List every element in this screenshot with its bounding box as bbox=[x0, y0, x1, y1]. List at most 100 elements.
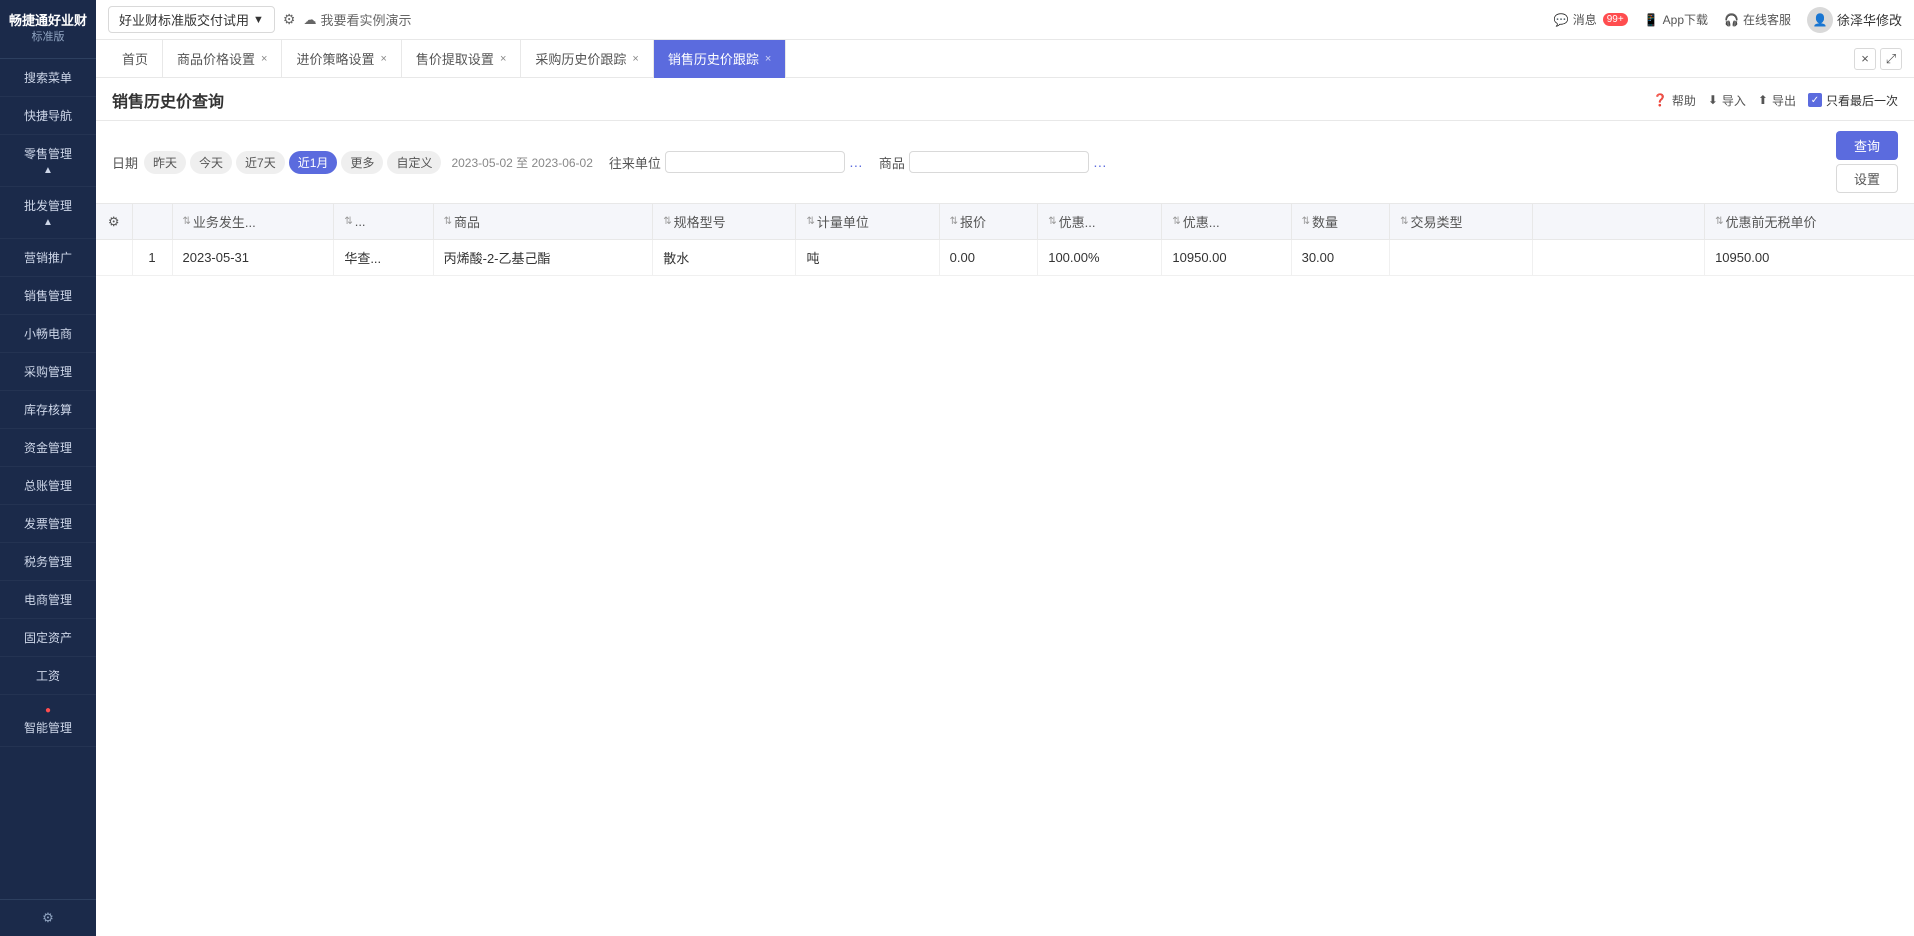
online-service-btn[interactable]: 🎧 在线客服 bbox=[1724, 11, 1791, 28]
date-today-btn[interactable]: 今天 bbox=[190, 151, 232, 174]
col-header-price[interactable]: ⇅ 报价 bbox=[939, 204, 1038, 240]
sidebar-item-ledger-mgmt[interactable]: 总账管理 bbox=[0, 467, 96, 505]
quick-nav-label: 快捷导航 bbox=[24, 107, 72, 124]
sidebar-item-tax-mgmt[interactable]: 税务管理 bbox=[0, 543, 96, 581]
export-icon: ⬆ bbox=[1758, 93, 1768, 107]
col-header-discount1[interactable]: ⇅ 优惠... bbox=[1038, 204, 1162, 240]
tab-purchase-history[interactable]: 采购历史价跟踪 × bbox=[521, 40, 653, 78]
user-info[interactable]: 👤 徐泽华修改 bbox=[1807, 7, 1902, 33]
sidebar-item-ecomm-light[interactable]: 小畅电商 bbox=[0, 315, 96, 353]
table-row[interactable]: 1 2023-05-31 华查... 丙烯酸-2-乙基己酯 散水 吨 0.00 … bbox=[96, 240, 1914, 276]
date-yesterday-btn[interactable]: 昨天 bbox=[144, 151, 186, 174]
sort-icon-spec: ⇅ bbox=[663, 216, 671, 227]
tab-close-sale-history[interactable]: × bbox=[765, 53, 771, 65]
message-icon: 💬 bbox=[1554, 13, 1569, 27]
col-header-unit[interactable]: ⇅ 计量单位 bbox=[796, 204, 939, 240]
app-download-label: App下载 bbox=[1663, 11, 1708, 28]
only-last-checkbox[interactable]: ✓ bbox=[1808, 93, 1822, 107]
tab-close-commodity-price[interactable]: × bbox=[261, 53, 267, 65]
date-label: 日期 bbox=[112, 153, 138, 172]
module-selector[interactable]: 好业财标准版交付试用 ▼ bbox=[108, 6, 275, 33]
message-badge: 99+ bbox=[1603, 13, 1628, 26]
sidebar-item-wholesale-mgmt[interactable]: 批发管理 ▲ bbox=[0, 187, 96, 239]
tab-close-purchase-strategy[interactable]: × bbox=[380, 53, 386, 65]
date-last1month-btn[interactable]: 近1月 bbox=[289, 151, 338, 174]
sidebar-item-marketing[interactable]: 营销推广 bbox=[0, 239, 96, 277]
main-area: 好业财标准版交付试用 ▼ ⚙ ☁ 我要看实例演示 💬 消息 99+ 📱 App下… bbox=[96, 0, 1914, 936]
payroll-label: 工资 bbox=[36, 667, 60, 684]
cloud-icon: ☁ bbox=[303, 12, 316, 28]
import-btn[interactable]: ⬇ 导入 bbox=[1708, 92, 1746, 109]
col-header-pretax[interactable]: ⇅ 优惠前无税单价 bbox=[1705, 204, 1914, 240]
demo-button[interactable]: ☁ 我要看实例演示 bbox=[303, 10, 411, 29]
sidebar-item-sales-mgmt[interactable]: 销售管理 bbox=[0, 277, 96, 315]
source-unit-more-btn[interactable]: … bbox=[849, 154, 863, 170]
source-unit-input[interactable] bbox=[665, 151, 845, 173]
row-price: 0.00 bbox=[939, 240, 1038, 276]
col-header-biz-date[interactable]: ⇅ 业务发生... bbox=[172, 204, 334, 240]
sidebar-item-payroll[interactable]: 工资 bbox=[0, 657, 96, 695]
sort-icon-qty: ⇅ bbox=[1302, 216, 1310, 227]
sidebar-item-invoice-mgmt[interactable]: 发票管理 bbox=[0, 505, 96, 543]
expand-panel-btn[interactable]: ⤢ bbox=[1880, 48, 1902, 70]
date-last7days-btn[interactable]: 近7天 bbox=[236, 151, 285, 174]
tab-home[interactable]: 首页 bbox=[108, 40, 163, 78]
tab-sale-history[interactable]: 销售历史价跟踪 × bbox=[654, 40, 786, 78]
sidebar-item-fixed-assets[interactable]: 固定资产 bbox=[0, 619, 96, 657]
smart-mgmt-dot: ● bbox=[45, 705, 51, 716]
sort-icon-discount1: ⇅ bbox=[1048, 216, 1056, 227]
app-logo: 畅捷通好业财 标准版 bbox=[0, 0, 96, 59]
row-spec: 散水 bbox=[653, 240, 796, 276]
settings-button[interactable]: 设置 bbox=[1836, 164, 1898, 193]
wholesale-mgmt-arrow: ▲ bbox=[43, 217, 53, 228]
headset-icon: 🎧 bbox=[1724, 13, 1739, 27]
sidebar-item-search-menu[interactable]: 搜索菜单 bbox=[0, 59, 96, 97]
search-menu-label: 搜索菜单 bbox=[24, 69, 72, 86]
settings-icon[interactable]: ⚙ bbox=[283, 11, 296, 28]
query-button[interactable]: 查询 bbox=[1836, 131, 1898, 160]
sidebar-item-purchase-mgmt[interactable]: 采购管理 bbox=[0, 353, 96, 391]
tab-close-purchase-history[interactable]: × bbox=[632, 53, 638, 65]
col-header-qty[interactable]: ⇅ 数量 bbox=[1291, 204, 1390, 240]
col-header-extra[interactable]: ⇅ ... bbox=[334, 204, 433, 240]
sidebar-item-quick-nav[interactable]: 快捷导航 bbox=[0, 97, 96, 135]
tabs-bar: 首页 商品价格设置 × 进价策略设置 × 售价提取设置 × 采购历史价跟踪 × … bbox=[96, 40, 1914, 78]
sort-icon-unit: ⇅ bbox=[806, 216, 814, 227]
only-last-check[interactable]: ✓ 只看最后一次 bbox=[1808, 92, 1898, 109]
sidebar-item-ecomm-mgmt[interactable]: 电商管理 bbox=[0, 581, 96, 619]
date-custom-btn[interactable]: 自定义 bbox=[387, 151, 441, 174]
col-header-txn-type[interactable]: ⇅ 交易类型 bbox=[1390, 204, 1533, 240]
date-more-btn[interactable]: 更多 bbox=[341, 151, 383, 174]
sidebar-settings-btn[interactable]: ⚙ bbox=[0, 899, 96, 936]
tab-close-sale-price-extract[interactable]: × bbox=[500, 53, 506, 65]
ecomm-mgmt-label: 电商管理 bbox=[24, 591, 72, 608]
col-header-spec[interactable]: ⇅ 规格型号 bbox=[653, 204, 796, 240]
retail-mgmt-label: 零售管理 bbox=[24, 145, 72, 162]
sidebar-item-capital-mgmt[interactable]: 资金管理 bbox=[0, 429, 96, 467]
phone-icon: 📱 bbox=[1644, 13, 1659, 27]
col-header-discount2[interactable]: ⇅ 优惠... bbox=[1162, 204, 1291, 240]
help-btn[interactable]: ❓ 帮助 bbox=[1653, 92, 1696, 109]
col-header-gear[interactable]: ⚙ bbox=[96, 204, 132, 240]
smart-mgmt-label: 智能管理 bbox=[24, 719, 72, 736]
export-btn[interactable]: ⬆ 导出 bbox=[1758, 92, 1796, 109]
message-btn[interactable]: 💬 消息 99+ bbox=[1554, 11, 1628, 28]
close-panel-btn[interactable]: × bbox=[1854, 48, 1876, 70]
tab-purchase-strategy[interactable]: 进价策略设置 × bbox=[282, 40, 401, 78]
sidebar-item-retail-mgmt[interactable]: 零售管理 ▲ bbox=[0, 135, 96, 187]
module-name: 好业财标准版交付试用 bbox=[119, 10, 249, 29]
ledger-mgmt-label: 总账管理 bbox=[24, 477, 72, 494]
source-unit-filter: 往来单位 … bbox=[609, 151, 863, 173]
commodity-input[interactable] bbox=[909, 151, 1089, 173]
ecomm-light-label: 小畅电商 bbox=[24, 325, 72, 342]
app-download-btn[interactable]: 📱 App下载 bbox=[1644, 11, 1708, 28]
tab-commodity-price[interactable]: 商品价格设置 × bbox=[163, 40, 282, 78]
sidebar-item-inventory[interactable]: 库存核算 bbox=[0, 391, 96, 429]
sort-icon-txntype: ⇅ bbox=[1400, 216, 1408, 227]
top-bar-left: 好业财标准版交付试用 ▼ ⚙ ☁ 我要看实例演示 bbox=[108, 6, 1542, 33]
col-header-commodity[interactable]: ⇅ 商品 bbox=[433, 204, 653, 240]
tab-sale-price-extract[interactable]: 售价提取设置 × bbox=[402, 40, 521, 78]
wholesale-mgmt-label: 批发管理 bbox=[24, 197, 72, 214]
commodity-more-btn[interactable]: … bbox=[1093, 154, 1107, 170]
sidebar-item-smart-mgmt[interactable]: ● 智能管理 bbox=[0, 695, 96, 747]
